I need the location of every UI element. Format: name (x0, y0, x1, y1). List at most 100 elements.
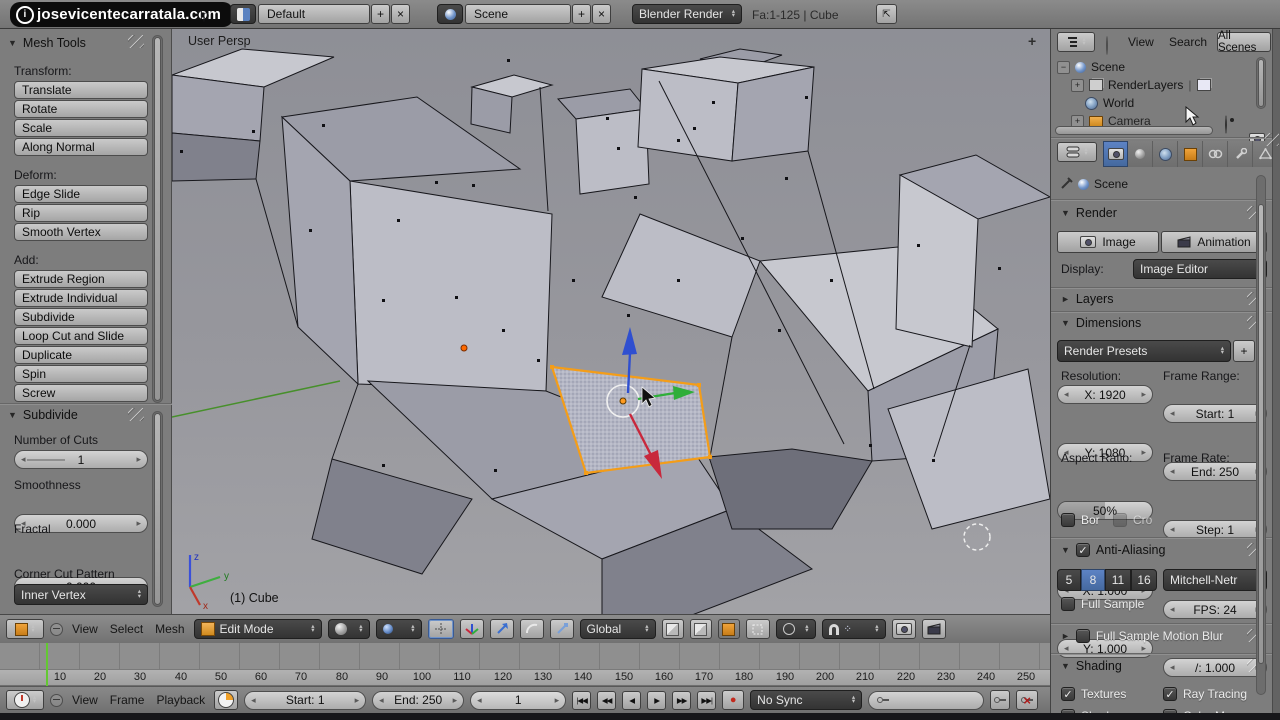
jump-to-start-button[interactable]: |◀◀ (572, 690, 592, 710)
display-select[interactable]: Image Editor (1133, 259, 1267, 279)
region-expand-icon[interactable]: + (1028, 33, 1036, 49)
menu-help-remnant[interactable]: lp (200, 8, 209, 22)
tool-along-normal-button[interactable]: Along Normal (14, 138, 148, 156)
cuts-slider[interactable]: 1 (14, 450, 148, 469)
tool-screw-button[interactable]: Screw (14, 384, 148, 402)
face-select-mode-button[interactable] (717, 619, 740, 639)
add-preset-button[interactable]: + (1233, 340, 1255, 362)
anti-aliasing-checkbox[interactable]: ✓ (1075, 543, 1090, 557)
aa-samples-5-button[interactable]: 5 (1057, 569, 1081, 591)
tool-spin-button[interactable]: Spin (14, 365, 148, 383)
fps-field[interactable]: FPS: 24 (1163, 600, 1267, 619)
outliner-row-world[interactable]: World (1085, 96, 1134, 110)
tool-extrude-individual-button[interactable]: Extrude Individual (14, 289, 148, 307)
fsmb-section-header[interactable]: ► Full Sample Motion Blur (1061, 629, 1223, 643)
render-engine-select[interactable]: Blender Render (632, 4, 742, 24)
sync-mode-select[interactable]: No Sync (750, 690, 863, 710)
viewport-shading-select[interactable] (327, 619, 370, 639)
render-image-button[interactable]: Image (1057, 231, 1159, 253)
properties-v-scrollbar[interactable] (1256, 175, 1266, 695)
expand-box-icon[interactable]: + (1071, 78, 1084, 92)
menu-view[interactable]: View (69, 693, 101, 707)
collapse-menus-icon[interactable] (1106, 36, 1108, 55)
outliner-row-scene[interactable]: − Scene (1057, 60, 1125, 74)
play-button[interactable]: ▶ (647, 690, 667, 710)
outliner-v-scrollbar[interactable] (1256, 57, 1266, 109)
tool-edge-slide-button[interactable]: Edge Slide (14, 185, 148, 203)
shading-section-header[interactable]: ▼ Shading (1061, 659, 1122, 673)
viewport-3d[interactable]: z y x User Persp (1) Cube + (172, 29, 1050, 615)
panel-grip-icon[interactable] (128, 408, 144, 421)
jump-to-end-button[interactable]: ▶▶| (697, 690, 717, 710)
render-section-header[interactable]: ▼ Render (1061, 206, 1117, 220)
mesh-tools-panel-header[interactable]: ▼ Mesh Tools (8, 36, 86, 50)
timeline-editor-type-button[interactable] (6, 690, 44, 710)
vertex-select-mode-button[interactable] (661, 619, 684, 639)
ray-tracing-checkbox[interactable]: ✓ (1163, 687, 1177, 701)
manipulator-scale-button[interactable] (549, 619, 574, 639)
tools-scrollbar[interactable] (152, 35, 163, 403)
screen-layout-icon-button[interactable] (230, 4, 256, 24)
crop-option[interactable]: Cro (1113, 513, 1152, 527)
aa-samples-11-button[interactable]: 11 (1105, 569, 1131, 591)
record-button[interactable]: ● (722, 690, 745, 710)
tab-constraints[interactable] (1203, 141, 1228, 167)
mesh-cubes[interactable] (172, 48, 1050, 615)
collapse-menus-icon[interactable] (50, 622, 63, 636)
tab-object[interactable] (1178, 141, 1203, 167)
menu-view[interactable]: View (69, 622, 101, 636)
outliner-row-renderlayers[interactable]: + RenderLayers | (1071, 78, 1211, 92)
tool-scale-button[interactable]: Scale (14, 119, 148, 137)
border-option[interactable]: Bor (1061, 513, 1100, 527)
tool-subdivide-button[interactable]: Subdivide (14, 308, 148, 326)
layout-add-button[interactable]: + (371, 4, 390, 24)
outliner-menu-search[interactable]: Search (1166, 35, 1210, 49)
limit-selection-visible-button[interactable] (745, 619, 770, 639)
tool-loop-cut-button[interactable]: Loop Cut and Slide (14, 327, 148, 345)
aa-samples-8-button[interactable]: 8 (1081, 569, 1105, 591)
ray-tracing-option[interactable]: ✓ Ray Tracing (1163, 687, 1247, 701)
manipulator-move-button[interactable] (489, 619, 514, 639)
aa-samples-16-button[interactable]: 16 (1131, 569, 1157, 591)
full-sample-option[interactable]: Full Sample (1061, 597, 1144, 611)
play-reverse-button[interactable]: ◀ (622, 690, 642, 710)
visibility-eye-icon[interactable] (1225, 115, 1227, 134)
menu-frame[interactable]: Frame (107, 693, 148, 707)
prev-keyframe-button[interactable]: ◀◀ (597, 690, 617, 710)
panel-grip-icon[interactable] (128, 35, 144, 48)
timeline-ruler[interactable] (0, 643, 1050, 669)
collapse-box-icon[interactable]: − (1057, 60, 1070, 74)
anti-aliasing-section-header[interactable]: ▼ ✓ Anti-Aliasing (1061, 543, 1165, 557)
layout-close-button[interactable]: × (391, 4, 410, 24)
delete-keyframe-button[interactable]: × (1016, 690, 1039, 710)
tab-scene[interactable] (1128, 141, 1153, 167)
textures-option[interactable]: ✓ Textures (1061, 687, 1126, 701)
tool-rotate-button[interactable]: Rotate (14, 100, 148, 118)
tool-extrude-region-button[interactable]: Extrude Region (14, 270, 148, 288)
window-duplicate-button[interactable]: ⇱ (876, 4, 897, 24)
proportional-edit-select[interactable] (775, 619, 816, 639)
use-preview-range-button[interactable] (214, 690, 239, 710)
scene-close-button[interactable]: × (592, 4, 611, 24)
tab-render[interactable] (1103, 141, 1128, 167)
insert-keyframe-button[interactable] (990, 690, 1011, 710)
start-frame-field[interactable]: Start: 1 (244, 690, 367, 710)
subdivide-scrollbar[interactable] (152, 411, 163, 607)
timeline-number-strip[interactable]: 10 20 30 40 50 60 70 80 90 100 110 120 1… (0, 669, 1050, 686)
next-keyframe-button[interactable]: ▶▶ (672, 690, 692, 710)
manipulator-z-head[interactable] (622, 327, 637, 355)
manipulator-translate-button[interactable] (459, 619, 484, 639)
aa-filter-select[interactable]: Mitchell-Netr (1163, 569, 1267, 591)
tool-rip-button[interactable]: Rip (14, 204, 148, 222)
mode-select[interactable]: Edit Mode (193, 619, 322, 639)
region-corner-grip[interactable] (1265, 133, 1279, 146)
tool-smooth-vertex-button[interactable]: Smooth Vertex (14, 223, 148, 241)
screen-layout-name[interactable]: Default (258, 4, 370, 24)
orientation-select[interactable]: Global (579, 619, 656, 639)
pivot-select[interactable] (375, 619, 422, 639)
layers-section-header[interactable]: ► Layers (1061, 292, 1113, 306)
textures-checkbox[interactable]: ✓ (1061, 687, 1075, 701)
opengl-render-anim-button[interactable] (921, 619, 946, 639)
outliner-menu-view[interactable]: View (1125, 35, 1157, 49)
outliner-editor-type-button[interactable] (1057, 32, 1095, 52)
